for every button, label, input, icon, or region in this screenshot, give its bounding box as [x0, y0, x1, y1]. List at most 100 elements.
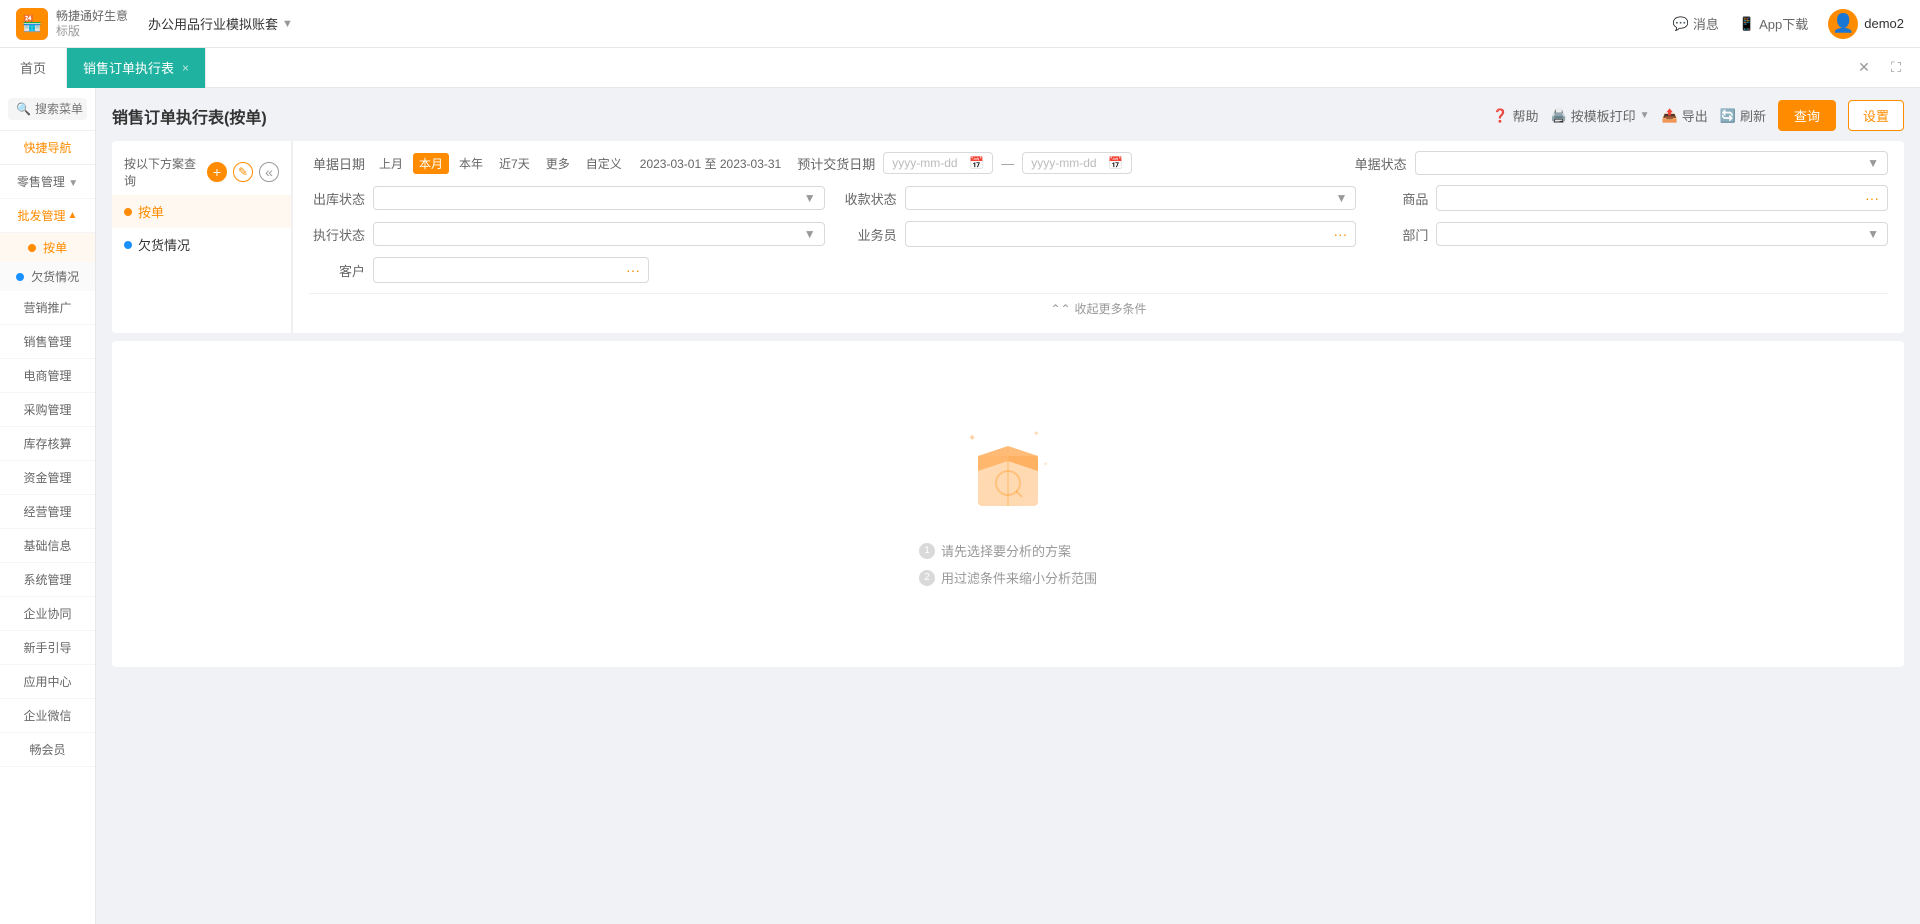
- filter-group-goods: 商品 ···: [1372, 185, 1888, 211]
- sidebar-item-ecommerce[interactable]: 电商管理: [0, 359, 95, 393]
- header-right: 💬 消息 📱 App下载 👤 demo2: [1673, 9, 1904, 39]
- plan-collapse-btn[interactable]: «: [259, 162, 279, 182]
- user-avatar-area[interactable]: 👤 demo2: [1828, 9, 1904, 39]
- tab-close-window-btn[interactable]: ✕: [1852, 56, 1876, 80]
- page-title: 销售订单执行表(按单): [112, 104, 267, 128]
- sidebar-item-finance[interactable]: 资金管理: [0, 461, 95, 495]
- customer-label: 客户: [309, 261, 365, 280]
- filter-group-salesman: 业务员 ···: [841, 221, 1357, 247]
- logo-text: 畅捷通好生意 标版: [56, 9, 128, 38]
- sidebar-item-operation[interactable]: 经营管理: [0, 495, 95, 529]
- empty-state-icon: ✦ ✦ ✦: [958, 421, 1058, 521]
- sidebar-item-member[interactable]: 畅会员: [0, 733, 95, 767]
- filter-right: 单据日期 上月 本月 本年 近7天 更多 自定义 2023-03-01: [293, 141, 1904, 333]
- sidebar-item-sales[interactable]: 销售管理: [0, 325, 95, 359]
- sidebar-item-wholesale[interactable]: 批发管理 ▲: [0, 199, 95, 233]
- customer-dots-btn[interactable]: ···: [626, 262, 640, 278]
- date-shortcuts: 上月 本月 本年 近7天 更多 自定义: [373, 153, 628, 174]
- sidebar-search-area: 🔍: [0, 88, 95, 131]
- empty-tips: 1 请先选择要分析的方案 2 用过滤条件来缩小分析范围: [919, 541, 1097, 587]
- dept-select[interactable]: ▼: [1436, 222, 1888, 246]
- plan-item-按单[interactable]: 按单: [112, 195, 291, 228]
- msg-icon: 💬: [1673, 16, 1689, 32]
- refresh-btn[interactable]: 🔄 刷新: [1720, 106, 1766, 125]
- calendar-icon-1: 📅: [969, 156, 984, 170]
- print-btn[interactable]: 🖨️ 按模板打印 ▼: [1550, 106, 1649, 125]
- tab-home[interactable]: 首页: [0, 48, 67, 88]
- sidebar-item-enterprise[interactable]: 企业协同: [0, 597, 95, 631]
- tab-active[interactable]: 销售订单执行表 ×: [67, 48, 206, 88]
- refresh-icon: 🔄: [1720, 108, 1736, 124]
- settings-btn[interactable]: 设置: [1848, 100, 1904, 131]
- out-status-select[interactable]: ▼: [373, 186, 825, 210]
- goods-input[interactable]: ···: [1436, 185, 1888, 211]
- filter-group-recv-status: 收款状态 ▼: [841, 186, 1357, 210]
- sidebar-item-quick-nav[interactable]: 快捷导航: [0, 131, 95, 165]
- print-icon: 🖨️: [1550, 108, 1566, 124]
- plan-item-欠货情况[interactable]: 欠货情况: [112, 228, 291, 261]
- page-dropdown[interactable]: 办公用品行业模拟账套 ▼: [148, 14, 1653, 33]
- date-shortcut-this-year[interactable]: 本年: [453, 153, 489, 174]
- sidebar-item-marketing[interactable]: 营销推广: [0, 291, 95, 325]
- goods-dots-btn[interactable]: ···: [1865, 190, 1879, 206]
- exec-status-label: 执行状态: [309, 225, 365, 244]
- search-input[interactable]: [35, 102, 90, 116]
- data-table-area: ✦ ✦ ✦ 1 请先选择要分析的方案 2: [112, 341, 1904, 667]
- expected-date-to-input[interactable]: yyyy-mm-dd 📅: [1022, 152, 1132, 174]
- plan-item-icon-orange: [124, 208, 132, 216]
- sidebar-item-retail[interactable]: 零售管理 ▼: [0, 165, 95, 199]
- filter-group-date: 单据日期 上月 本月 本年 近7天 更多 自定义 2023-03-01: [309, 153, 781, 174]
- empty-tip-1: 1 请先选择要分析的方案: [919, 541, 1097, 560]
- tab-actions: ✕ ⛶: [1852, 56, 1920, 80]
- goods-label: 商品: [1372, 189, 1428, 208]
- doc-status-select[interactable]: ▼: [1415, 151, 1888, 175]
- plan-edit-btn[interactable]: ✎: [233, 162, 253, 182]
- query-btn[interactable]: 查询: [1778, 100, 1836, 131]
- chevron-down-icon-exec: ▼: [804, 227, 816, 241]
- msg-btn[interactable]: 💬 消息: [1673, 14, 1719, 33]
- salesman-input[interactable]: ···: [905, 221, 1357, 247]
- recv-status-select[interactable]: ▼: [905, 186, 1357, 210]
- date-shortcut-custom[interactable]: 自定义: [580, 153, 628, 174]
- date-shortcut-7days[interactable]: 近7天: [493, 153, 536, 174]
- collapse-filter-btn[interactable]: ⌃⌃ 收起更多条件: [309, 293, 1888, 323]
- tab-maximize-btn[interactable]: ⛶: [1884, 56, 1908, 80]
- sidebar-item-basic[interactable]: 基础信息: [0, 529, 95, 563]
- customer-input[interactable]: ···: [373, 257, 649, 283]
- sidebar-search-box[interactable]: 🔍: [8, 98, 87, 120]
- filter-group-doc-status: 单据状态 ▼: [1351, 151, 1888, 175]
- filter-group-expected-date: 预计交货日期 yyyy-mm-dd 📅 — yyyy-mm-dd 📅: [797, 152, 1334, 174]
- sidebar-item-wechat[interactable]: 企业微信: [0, 699, 95, 733]
- sidebar-sub-item-欠货情况[interactable]: 欠货情况: [0, 262, 95, 291]
- avatar: 👤: [1828, 9, 1858, 39]
- sidebar-item-system[interactable]: 系统管理: [0, 563, 95, 597]
- tip-num-1: 1: [919, 543, 935, 559]
- date-shortcut-last-month[interactable]: 上月: [373, 153, 409, 174]
- sidebar-item-inventory[interactable]: 库存核算: [0, 427, 95, 461]
- tab-close-icon[interactable]: ×: [182, 61, 189, 75]
- page-content: 销售订单执行表(按单) ❓ 帮助 🖨️ 按模板打印 ▼ 📤 导出: [96, 88, 1920, 924]
- status-label: 单据状态: [1351, 154, 1407, 173]
- page-actions: ❓ 帮助 🖨️ 按模板打印 ▼ 📤 导出 🔄 刷新: [1492, 100, 1904, 131]
- date-shortcut-this-month[interactable]: 本月: [413, 153, 449, 174]
- export-btn[interactable]: 📤 导出: [1662, 106, 1708, 125]
- svg-text:✦: ✦: [1043, 461, 1048, 468]
- expected-date-label: 预计交货日期: [797, 154, 875, 173]
- help-btn[interactable]: ❓ 帮助: [1492, 106, 1538, 125]
- app-download-btn[interactable]: 📱 App下载: [1739, 14, 1808, 33]
- salesman-dots-btn[interactable]: ···: [1333, 226, 1347, 242]
- plan-header-actions: + ✎ «: [207, 162, 279, 182]
- sidebar-item-apps[interactable]: 应用中心: [0, 665, 95, 699]
- plan-add-btn[interactable]: +: [207, 162, 227, 182]
- dept-label: 部门: [1372, 225, 1428, 244]
- sidebar-item-purchase[interactable]: 采购管理: [0, 393, 95, 427]
- filter-row-2: 出库状态 ▼ 收款状态 ▼: [309, 185, 1888, 211]
- sidebar-item-guide[interactable]: 新手引导: [0, 631, 95, 665]
- logo-area: 🏪 畅捷通好生意 标版: [16, 8, 128, 40]
- exec-status-select[interactable]: ▼: [373, 222, 825, 246]
- expected-date-from-input[interactable]: yyyy-mm-dd 📅: [883, 152, 993, 174]
- sub-item-icon2: [16, 273, 24, 281]
- date-shortcut-more[interactable]: 更多: [540, 153, 576, 174]
- date-label: 单据日期: [309, 154, 365, 173]
- sidebar-sub-item-按单[interactable]: 按单: [0, 233, 95, 262]
